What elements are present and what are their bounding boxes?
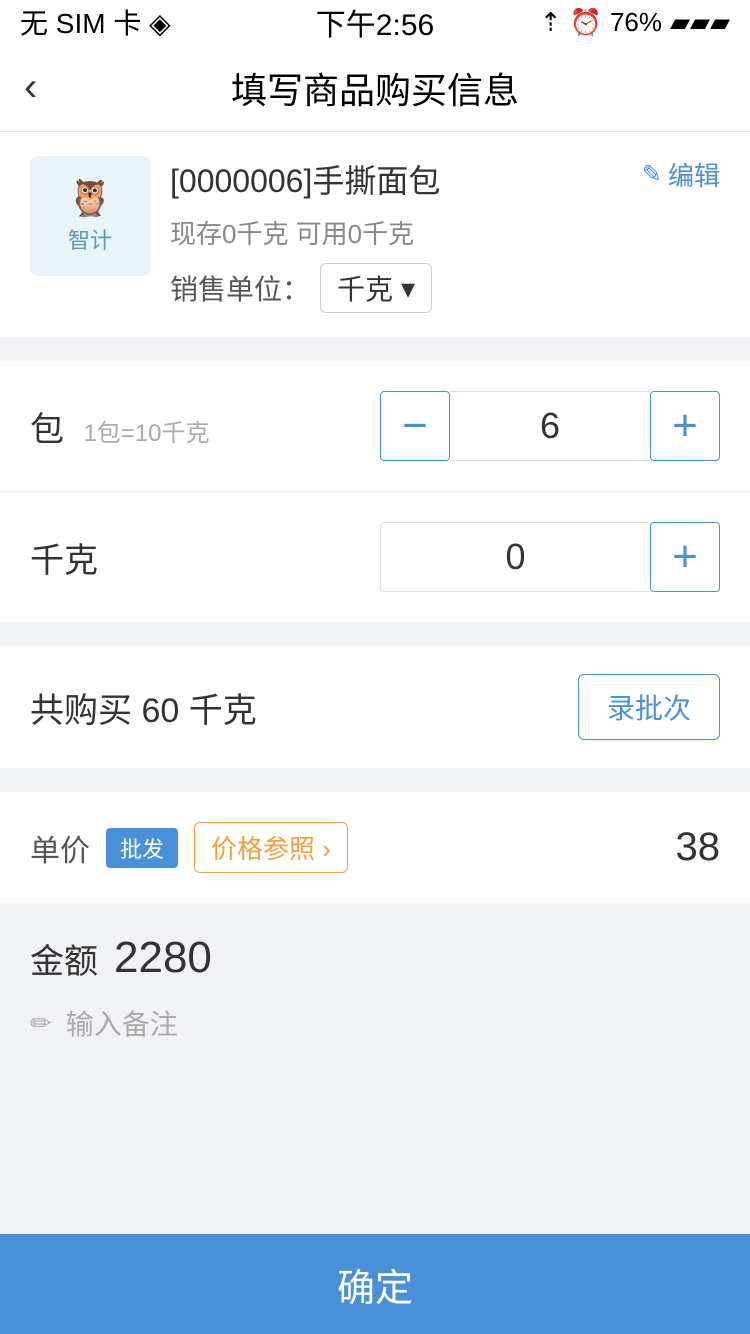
status-right: ⇡ ⏰ 76% ▰▰▰	[540, 7, 730, 38]
package-decrement-button[interactable]: −	[380, 391, 450, 461]
unit-selector[interactable]: 千克 ▾	[320, 263, 432, 313]
status-left: 无 SIM 卡 ◈	[20, 2, 171, 42]
price-section: 单价 批发 价格参照 › 38	[0, 792, 750, 903]
price-value: 38	[676, 825, 721, 870]
edit-button[interactable]: ✎ 编辑	[642, 156, 720, 193]
edit-label: 编辑	[668, 156, 720, 193]
note-row[interactable]: ✏ 输入备注	[30, 1003, 720, 1043]
package-row: 包 1包=10千克 − +	[0, 361, 750, 492]
alarm-icon: ⏰	[570, 7, 602, 38]
product-stock: 现存0千克 可用0千克	[170, 214, 720, 251]
edit-icon: ✎	[642, 160, 662, 189]
status-time: 下午2:56	[316, 0, 434, 44]
bottom-spacer	[0, 1073, 750, 1173]
product-card: 🦉 智计 [0000006]手撕面包 现存0千克 可用0千克 销售单位： 千克 …	[0, 132, 750, 337]
confirm-button[interactable]: 确定	[0, 1234, 750, 1334]
price-label: 单价	[30, 826, 90, 870]
note-placeholder: 输入备注	[66, 1003, 178, 1043]
pencil-icon: ✏	[30, 1008, 52, 1039]
package-label: 包 1包=10千克	[30, 402, 380, 451]
quantity-section: 包 1包=10千克 − + 千克 +	[0, 361, 750, 622]
summary-row: 共购买 60 千克 录批次	[0, 646, 750, 768]
separator-1	[0, 349, 750, 361]
summary-text: 共购买 60 千克	[30, 683, 578, 732]
separator-2	[0, 634, 750, 646]
brand-text: 智计	[68, 223, 112, 255]
batch-button[interactable]: 录批次	[578, 674, 720, 740]
kg-increment-button[interactable]: +	[650, 522, 720, 592]
product-unit-row: 销售单位： 千克 ▾	[170, 263, 720, 313]
separator-3	[0, 780, 750, 792]
kg-quantity-input[interactable]	[380, 522, 650, 592]
kg-label: 千克	[30, 533, 380, 582]
amount-value: 2280	[114, 933, 212, 983]
page-title: 填写商品购买信息	[231, 62, 519, 114]
owl-icon: 🦉	[68, 177, 113, 219]
price-badge: 批发	[106, 828, 178, 868]
price-ref-button[interactable]: 价格参照 ›	[194, 822, 348, 873]
battery-icon: ▰▰▰	[670, 7, 730, 38]
amount-section: 金额 2280 ✏ 输入备注	[0, 903, 750, 1073]
kg-quantity-control: +	[380, 522, 720, 592]
product-name: [0000006]手撕面包	[170, 156, 720, 202]
unit-value: 千克	[337, 268, 393, 308]
price-row: 单价 批发 价格参照 › 38	[30, 822, 720, 873]
product-info: [0000006]手撕面包 现存0千克 可用0千克 销售单位： 千克 ▾	[170, 156, 720, 313]
package-increment-button[interactable]: +	[650, 391, 720, 461]
kg-row: 千克 +	[0, 492, 750, 622]
battery-level: 76%	[610, 7, 662, 38]
amount-label: 金额	[30, 934, 98, 983]
sim-status: 无 SIM 卡 ◈	[20, 2, 171, 42]
package-sublabel: 1包=10千克	[83, 420, 209, 447]
package-quantity-input[interactable]	[450, 391, 650, 461]
chevron-down-icon: ▾	[401, 272, 415, 305]
nav-bar: ‹ 填写商品购买信息	[0, 44, 750, 132]
location-icon: ⇡	[540, 7, 562, 38]
unit-label: 销售单位：	[170, 268, 310, 308]
package-quantity-control: − +	[380, 391, 720, 461]
back-button[interactable]: ‹	[24, 65, 37, 110]
product-image: 🦉 智计	[30, 156, 150, 276]
amount-row: 金额 2280	[30, 933, 720, 983]
status-bar: 无 SIM 卡 ◈ 下午2:56 ⇡ ⏰ 76% ▰▰▰	[0, 0, 750, 44]
